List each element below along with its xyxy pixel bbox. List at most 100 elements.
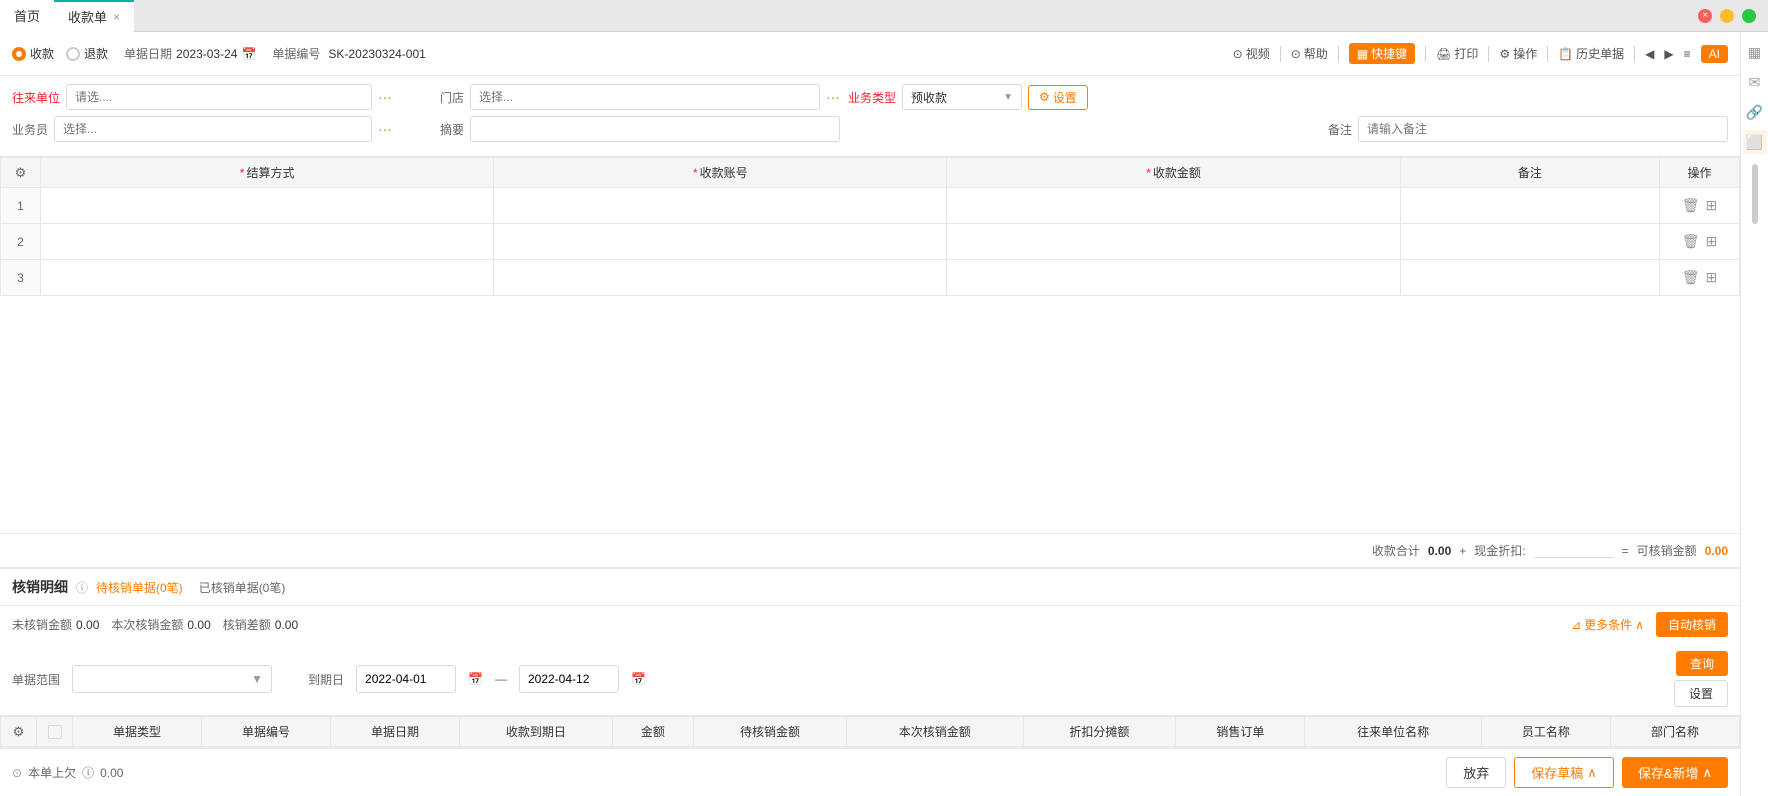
table-row: 1 🗑 ⊞: [1, 188, 1740, 224]
contact-more-btn[interactable]: ···: [378, 89, 392, 105]
print-icon: 🖨: [1436, 47, 1451, 61]
shop-label: 门店: [440, 89, 464, 106]
btn-layout[interactable]: ≡: [1684, 47, 1691, 61]
date-value: 2023-03-24: [176, 47, 237, 61]
th-account: 收款账号: [494, 158, 947, 188]
shop-more-btn[interactable]: ···: [826, 89, 840, 105]
filter-btn-group: 查询 设置: [1674, 651, 1728, 707]
row-2-amount[interactable]: [947, 224, 1400, 260]
sidebar-screen-icon[interactable]: ⬜: [1743, 130, 1767, 154]
biz-type-select[interactable]: 预收款 ▼: [902, 84, 1022, 110]
tab-receipt[interactable]: 收款单 ×: [54, 0, 134, 32]
row-3-amount[interactable]: [947, 260, 1400, 296]
bth-discount: 折扣分摊额: [1023, 717, 1176, 747]
filter-set-btn[interactable]: 设置: [1674, 680, 1728, 707]
btn-next[interactable]: ▶: [1664, 47, 1673, 61]
save-btn[interactable]: 保存&新增 ∧: [1622, 757, 1728, 788]
scrollbar-thumb[interactable]: [1752, 164, 1758, 224]
row-2-settlement[interactable]: [41, 224, 494, 260]
row-1-copy-icon[interactable]: ⊞: [1706, 197, 1718, 214]
sidebar-link-icon[interactable]: 🔗: [1743, 100, 1767, 124]
biz-type-group: 业务类型 预收款 ▼ ⚙ 设置: [848, 84, 1728, 110]
btn-prev[interactable]: ◀: [1645, 47, 1654, 61]
discount-input[interactable]: [1534, 543, 1614, 558]
bth-bill-date: 单据日期: [330, 717, 459, 747]
row-2-copy-icon[interactable]: ⊞: [1706, 233, 1718, 250]
shop-group: 门店 ···: [440, 84, 840, 110]
th-settings[interactable]: ⚙: [1, 158, 41, 188]
tab-home[interactable]: 首页: [0, 0, 54, 32]
calendar-from-icon[interactable]: 📅: [468, 672, 483, 686]
window-close-btn[interactable]: ×: [1698, 9, 1712, 23]
session-info-icon[interactable]: ⓘ: [82, 764, 94, 781]
btn-operate[interactable]: ⚙ 操作: [1499, 45, 1537, 62]
equals-sign: =: [1622, 544, 1629, 558]
total-label: 收款合计: [1372, 542, 1420, 559]
more-conditions-btn[interactable]: ⊿ 更多条件 ∧: [1571, 616, 1644, 633]
row-3-account[interactable]: [494, 260, 947, 296]
row-2-account[interactable]: [494, 224, 947, 260]
done-tab[interactable]: 已核销单据(0笔): [199, 579, 286, 596]
remark-input[interactable]: [1358, 116, 1728, 142]
pending-tab[interactable]: 待核销单据(0笔): [96, 579, 183, 596]
unreconciled-label: 未核销金额: [12, 616, 72, 633]
bill-range-select[interactable]: ▼: [72, 665, 272, 693]
select-all-checkbox[interactable]: [48, 725, 62, 739]
row-1-amount[interactable]: [947, 188, 1400, 224]
footer: ⊙ 本单上欠 ⓘ 0.00 放弃 保存草稿 ∧ 保存&新增 ∧: [0, 747, 1740, 796]
calendar-icon[interactable]: 📅: [241, 47, 256, 61]
row-3-delete-icon[interactable]: 🗑: [1682, 269, 1700, 286]
toolbar-right: ⊙ 视频 ⊙ 帮助 ▦ 快捷键 🖨 打印 ⚙ 操作: [1233, 43, 1728, 64]
bth-sales-order: 销售订单: [1176, 717, 1305, 747]
save-btn-arrow: ∧: [1702, 765, 1712, 781]
query-btn[interactable]: 查询: [1676, 651, 1728, 676]
discount-label: 现金折扣:: [1474, 542, 1525, 559]
sidebar-table-icon[interactable]: ▦: [1743, 40, 1767, 64]
history-icon: 📋: [1558, 47, 1573, 61]
radio-refund[interactable]: 退款: [66, 45, 108, 62]
staff-input[interactable]: [54, 116, 372, 142]
btn-shortcut[interactable]: ▦ 快捷键: [1349, 43, 1415, 64]
row-3-remark[interactable]: [1400, 260, 1659, 296]
bth-dept: 部门名称: [1610, 717, 1739, 747]
row-1-account[interactable]: [494, 188, 947, 224]
table-gear-icon[interactable]: ⚙: [15, 165, 27, 180]
shop-input[interactable]: [470, 84, 820, 110]
draft-btn[interactable]: 保存草稿 ∧: [1514, 757, 1614, 788]
reconcile-info-icon[interactable]: ⓘ: [76, 579, 88, 596]
btn-history-label: 历史单据: [1576, 45, 1624, 62]
settings-btn[interactable]: ⚙ 设置: [1028, 85, 1088, 110]
reconcile-title: 核销明细: [12, 577, 68, 597]
date-to-input[interactable]: [519, 665, 619, 693]
row-2-remark[interactable]: [1400, 224, 1659, 260]
window-max-btn[interactable]: [1742, 9, 1756, 23]
auto-reconcile-btn[interactable]: 自动核销: [1656, 612, 1728, 637]
bth-gear[interactable]: ⚙: [1, 717, 37, 747]
radio-group: 收款 退款: [12, 45, 108, 62]
tab-receipt-close[interactable]: ×: [113, 10, 120, 24]
discard-btn[interactable]: 放弃: [1446, 757, 1506, 788]
staff-more-btn[interactable]: ···: [378, 121, 392, 137]
row-3-settlement[interactable]: [41, 260, 494, 296]
divider-2: [1338, 46, 1339, 62]
row-1-settlement[interactable]: [41, 188, 494, 224]
bottom-table-gear-icon[interactable]: ⚙: [13, 724, 25, 739]
diff-value: 0.00: [275, 618, 298, 632]
summary-input[interactable]: [470, 116, 840, 142]
radio-income[interactable]: 收款: [12, 45, 54, 62]
window-min-btn[interactable]: [1720, 9, 1734, 23]
date-from-input[interactable]: [356, 665, 456, 693]
btn-video[interactable]: ⊙ 视频: [1233, 45, 1270, 62]
sidebar-email-icon[interactable]: ✉: [1743, 70, 1767, 94]
row-1-delete-icon[interactable]: 🗑: [1682, 197, 1700, 214]
row-2-delete-icon[interactable]: 🗑: [1682, 233, 1700, 250]
btn-ai[interactable]: AI: [1701, 45, 1728, 63]
radio-income-label: 收款: [30, 45, 54, 62]
row-3-copy-icon[interactable]: ⊞: [1706, 269, 1718, 286]
btn-help[interactable]: ⊙ 帮助: [1291, 45, 1328, 62]
btn-history[interactable]: 📋 历史单据: [1558, 45, 1624, 62]
btn-print[interactable]: 🖨 打印: [1436, 45, 1478, 62]
row-1-remark[interactable]: [1400, 188, 1659, 224]
calendar-to-icon[interactable]: 📅: [631, 672, 646, 686]
contact-input[interactable]: [66, 84, 372, 110]
